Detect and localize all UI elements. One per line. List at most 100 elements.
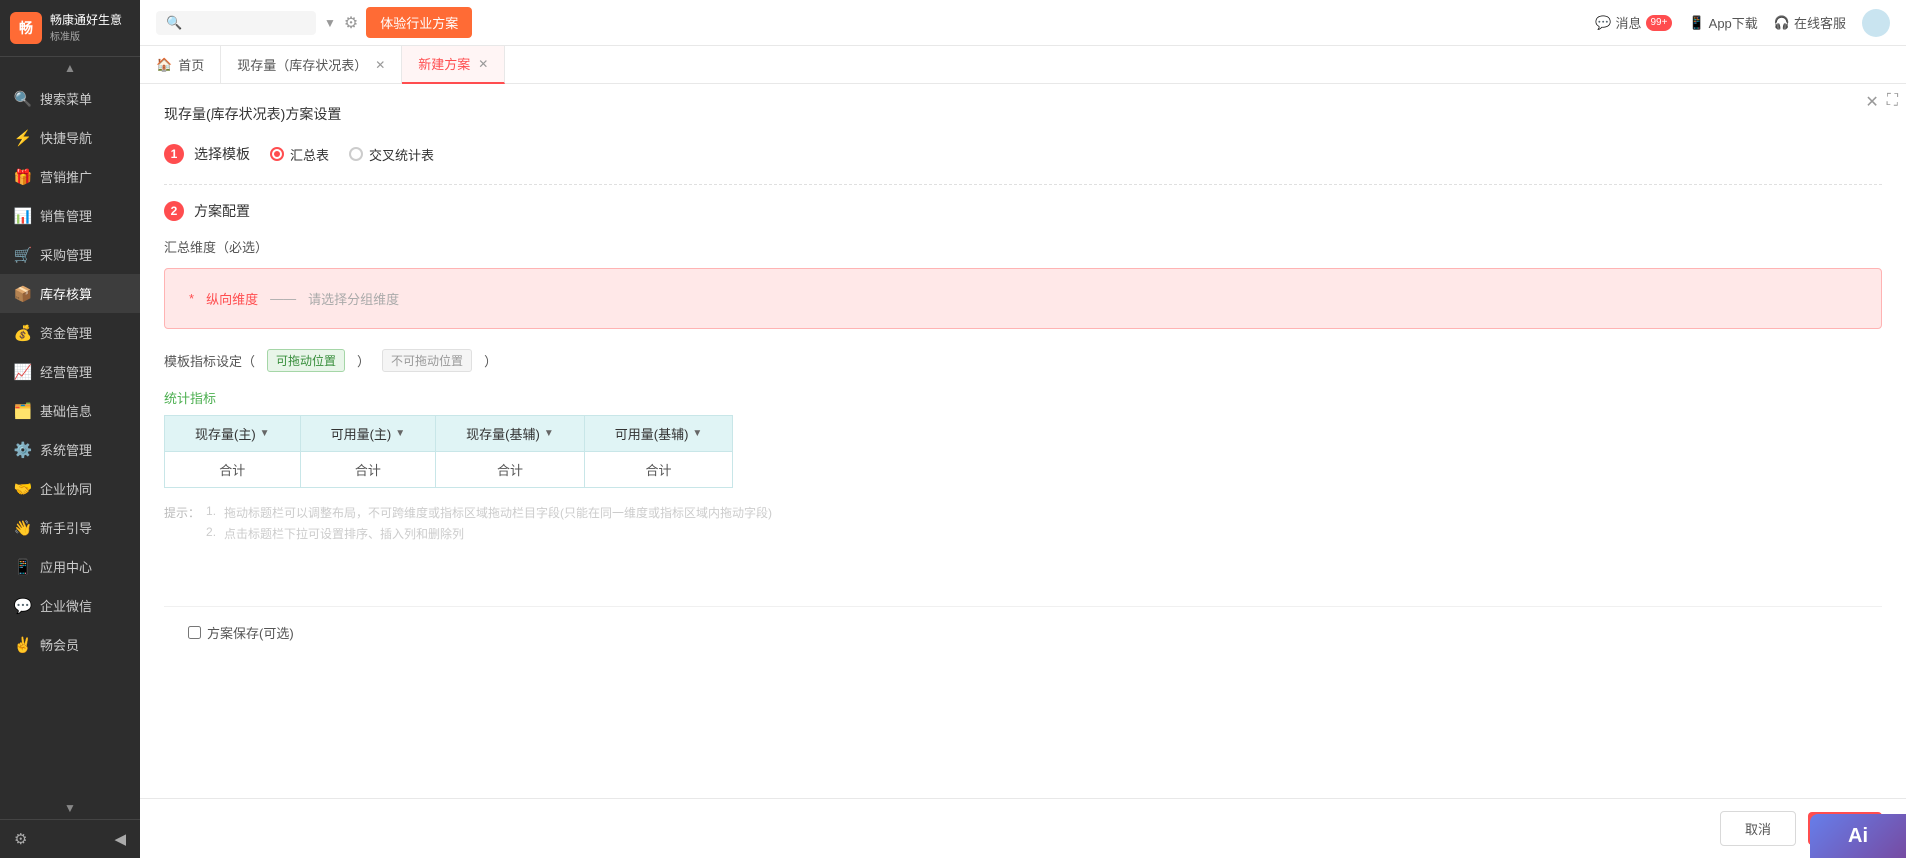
sidebar-item-label: 应用中心: [40, 557, 92, 576]
sidebar-item-guide[interactable]: 👋 新手引导: [0, 508, 140, 547]
cancel-button[interactable]: 取消: [1720, 811, 1796, 846]
sidebar-item-member[interactable]: ✌️ 畅会员: [0, 625, 140, 664]
inventory-icon: 📦: [14, 285, 32, 303]
sidebar-item-basic[interactable]: 🗂️ 基础信息: [0, 391, 140, 430]
radio-summary-label: 汇总表: [290, 145, 329, 164]
tab-inventory-status-close[interactable]: ✕: [375, 58, 385, 72]
sidebar-item-sales[interactable]: 📊 销售管理: [0, 196, 140, 235]
sidebar-item-purchase[interactable]: 🛒 采购管理: [0, 235, 140, 274]
content-area: ✕ ⛶ 现存量(库存状况表)方案设置 1 选择模板 汇总表: [140, 84, 1906, 798]
topbar-settings-icon[interactable]: ⚙: [344, 13, 358, 33]
search-input[interactable]: [188, 16, 288, 30]
tab-new-scheme-label: 新建方案: [418, 54, 470, 73]
sidebar-item-label: 搜索菜单: [40, 89, 92, 108]
tip-1: 1. 拖动标题栏可以调整布局，不可跨维度或指标区域拖动栏目字段(只能在同一维度或…: [206, 504, 772, 521]
brand-name: 畅康通好生意: [50, 13, 122, 29]
col4-arrow: ▼: [692, 428, 702, 439]
col4-label: 可用量(基辅): [615, 424, 689, 443]
indicator-setting-suffix: ）: [484, 351, 497, 370]
tab-home[interactable]: 🏠 首页: [140, 46, 221, 84]
cell-1-3: 合计: [436, 452, 585, 488]
tab-new-scheme-close[interactable]: ✕: [478, 57, 488, 71]
enterprise-icon: 🤝: [14, 480, 32, 498]
online-service-button[interactable]: 🎧 在线客服: [1774, 13, 1846, 32]
system-icon: ⚙️: [14, 441, 32, 459]
operations-icon: 📈: [14, 363, 32, 381]
app-download-button[interactable]: 📱 App下载: [1688, 13, 1757, 32]
tab-new-scheme[interactable]: 新建方案 ✕: [402, 46, 505, 84]
col2-dropdown[interactable]: 可用量(主) ▼: [331, 424, 406, 443]
logo-icon: 畅: [10, 12, 42, 44]
radio-cross[interactable]: 交叉统计表: [349, 145, 434, 164]
online-service-label: 在线客服: [1794, 13, 1846, 32]
scheme-panel: ✕ ⛶ 现存量(库存状况表)方案设置 1 选择模板 汇总表: [140, 84, 1906, 798]
summary-dimension-label: 汇总维度（必选）: [164, 237, 1882, 256]
tab-inventory-status[interactable]: 现存量（库存状况表） ✕: [221, 46, 402, 84]
collapse-icon[interactable]: ◀: [114, 830, 126, 848]
sidebar-item-label: 系统管理: [40, 440, 92, 459]
search-box[interactable]: 🔍: [156, 11, 316, 35]
tabs-bar: 🏠 首页 现存量（库存状况表） ✕ 新建方案 ✕: [140, 46, 1906, 84]
cell-1-1: 合计: [165, 452, 301, 488]
sidebar-item-operations[interactable]: 📈 经营管理: [0, 352, 140, 391]
tab-home-label: 首页: [178, 55, 204, 74]
industry-button[interactable]: 体验行业方案: [366, 7, 472, 38]
message-icon: 💬: [1595, 15, 1611, 31]
tips-section: 提示： 1. 拖动标题栏可以调整布局，不可跨维度或指标区域拖动栏目字段(只能在同…: [164, 504, 1882, 546]
col-header-1[interactable]: 现存量(主) ▼: [165, 416, 301, 452]
tab-inventory-status-label: 现存量（库存状况表）: [237, 55, 367, 74]
panel-expand-btn[interactable]: ⛶: [1887, 92, 1898, 112]
topbar-left: 🔍 ▼ ⚙ 体验行业方案: [156, 7, 1583, 38]
sidebar-item-label: 企业微信: [40, 596, 92, 615]
col4-dropdown[interactable]: 可用量(基辅) ▼: [615, 424, 703, 443]
sidebar-item-finance[interactable]: 💰 资金管理: [0, 313, 140, 352]
col3-arrow: ▼: [544, 428, 554, 439]
save-checkbox[interactable]: 方案保存(可选): [188, 623, 294, 642]
member-icon: ✌️: [14, 636, 32, 654]
tip-2: 2. 点击标题栏下拉可设置排序、插入列和删除列: [206, 525, 772, 542]
sidebar-item-system[interactable]: ⚙️ 系统管理: [0, 430, 140, 469]
col1-dropdown[interactable]: 现存量(主) ▼: [195, 424, 270, 443]
sidebar-scroll-up[interactable]: ▲: [0, 57, 140, 79]
settings-icon[interactable]: ⚙: [14, 830, 27, 848]
message-button[interactable]: 💬 消息 99+: [1595, 13, 1672, 32]
action-bar: 取消 查询: [140, 798, 1906, 858]
dimension-separator: ——: [270, 291, 296, 306]
sales-icon: 📊: [14, 207, 32, 225]
basic-icon: 🗂️: [14, 402, 32, 420]
panel-close-btn[interactable]: ✕: [1865, 92, 1878, 112]
sidebar-item-app-center[interactable]: 📱 应用中心: [0, 547, 140, 586]
sidebar-scroll-down[interactable]: ▼: [0, 797, 140, 819]
save-checkbox-input[interactable]: [188, 626, 201, 639]
sidebar: 畅 畅康通好生意 标准版 ▲ 🔍 搜索菜单 ⚡ 快捷导航 🎁 营销推广 📊 销售…: [0, 0, 140, 858]
col-header-3[interactable]: 现存量(基辅) ▼: [436, 416, 585, 452]
topbar: 🔍 ▼ ⚙ 体验行业方案 💬 消息 99+ 📱 App下载 🎧 在线客服: [140, 0, 1906, 46]
home-icon: 🏠: [156, 57, 172, 73]
topbar-dropdown-arrow[interactable]: ▼: [324, 16, 336, 30]
col-header-2[interactable]: 可用量(主) ▼: [300, 416, 436, 452]
sidebar-item-enterprise[interactable]: 🤝 企业协同: [0, 469, 140, 508]
sidebar-logo: 畅 畅康通好生意 标准版: [0, 0, 140, 57]
tip-2-num: 2.: [206, 525, 216, 542]
indicator-setting-mid: ）: [357, 351, 370, 370]
tips-container: 提示： 1. 拖动标题栏可以调整布局，不可跨维度或指标区域拖动栏目字段(只能在同…: [164, 504, 1882, 546]
dimension-box[interactable]: * 纵向维度 —— 请选择分组维度: [164, 268, 1882, 329]
sidebar-item-inventory[interactable]: 📦 库存核算: [0, 274, 140, 313]
sidebar-item-quick-nav[interactable]: ⚡ 快捷导航: [0, 118, 140, 157]
quick-nav-icon: ⚡: [14, 129, 32, 147]
sidebar-item-label: 基础信息: [40, 401, 92, 420]
col3-dropdown[interactable]: 现存量(基辅) ▼: [466, 424, 554, 443]
table-row: 合计 合计 合计 合计: [165, 452, 733, 488]
ai-button[interactable]: Ai: [1810, 814, 1906, 858]
col-header-4[interactable]: 可用量(基辅) ▼: [584, 416, 733, 452]
panel-window-controls: ✕ ⛶: [1865, 92, 1898, 112]
col1-label: 现存量(主): [195, 424, 256, 443]
sidebar-item-marketing[interactable]: 🎁 营销推广: [0, 157, 140, 196]
sidebar-item-search[interactable]: 🔍 搜索菜单: [0, 79, 140, 118]
tag-not-draggable: 不可拖动位置: [382, 349, 472, 372]
sidebar-item-wechat[interactable]: 💬 企业微信: [0, 586, 140, 625]
radio-summary[interactable]: 汇总表: [270, 145, 329, 164]
page-title: 现存量(库存状况表)方案设置: [164, 104, 1882, 124]
sidebar-item-label: 新手引导: [40, 518, 92, 537]
user-avatar[interactable]: [1862, 9, 1890, 37]
